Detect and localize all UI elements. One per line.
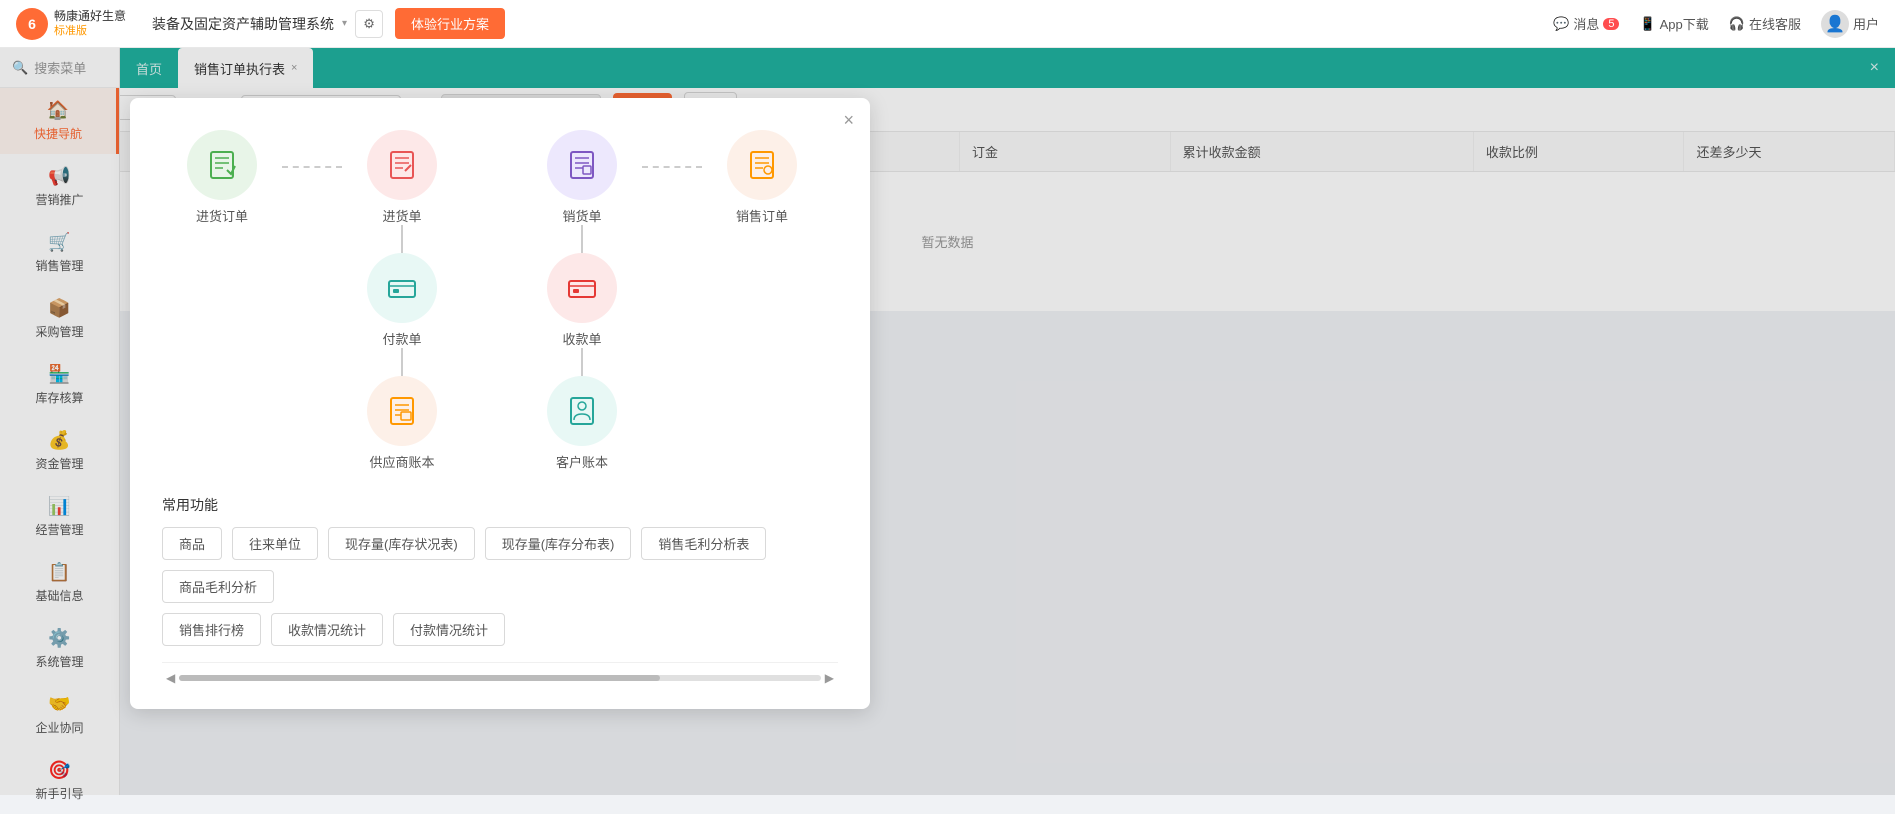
customer-ledger-icon (547, 376, 617, 446)
payment-bill-icon (367, 253, 437, 323)
arrow-right-1 (282, 166, 342, 168)
modal-close-button[interactable]: × (843, 110, 854, 131)
logo-icon: 6 (16, 8, 48, 40)
arrow-down-payment (401, 348, 403, 376)
flow-purchase-bill[interactable]: 进货单 (342, 130, 462, 225)
receipt-bill-label: 收款单 (562, 329, 601, 348)
sales-bill-icon (547, 130, 617, 200)
modal-scrollbar: ◀ ▶ (162, 662, 838, 685)
purchase-order-icon (187, 130, 257, 200)
supplier-ledger-label: 供应商账本 (369, 452, 434, 471)
scroll-left-arrow[interactable]: ◀ (162, 671, 179, 685)
online-service-item[interactable]: 🎧 在线客服 (1729, 14, 1801, 33)
receipt-bill-icon (547, 253, 617, 323)
flow-sales-bill[interactable]: 销货单 (522, 130, 642, 225)
main-layout: 🔍 搜索菜单 🏠 快捷导航 📢 营销推广 🛒 销售管理 📦 采购管理 🏪 库存核… (0, 48, 1895, 795)
flow-top-row: 进货订单 进货单 (162, 130, 838, 225)
flow-customer-ledger[interactable]: 客户账本 (522, 376, 642, 471)
func-stock-dist[interactable]: 现存量(库存分布表) (485, 527, 632, 560)
system-title: 装备及固定资产辅助管理系统 ▾ (152, 14, 347, 34)
payment-bill-label: 付款单 (382, 329, 421, 348)
scroll-track[interactable] (179, 675, 821, 681)
func-receipt-stats[interactable]: 收款情况统计 (271, 613, 383, 646)
arrow-down-receipt (581, 348, 583, 376)
purchase-bill-icon (367, 130, 437, 200)
flow-sales-order[interactable]: 销售订单 (702, 130, 822, 225)
dropdown-icon[interactable]: ▾ (342, 18, 347, 29)
main-panel: ❓ 帮助 🖨 按模板打印 ▾ 📤 导出 🔄 刷新 (0, 48, 1895, 795)
flow-diagram: 进货订单 进货单 (162, 130, 838, 471)
user-item[interactable]: 👤 用户 (1821, 10, 1879, 38)
supplier-ledger-icon (367, 376, 437, 446)
app-download-item[interactable]: 📱 App下载 (1639, 14, 1708, 33)
user-avatar: 👤 (1821, 10, 1849, 38)
purchase-order-label: 进货订单 (196, 206, 248, 225)
sales-order-icon (727, 130, 797, 200)
top-header: 6 畅康通好生意 标准版 装备及固定资产辅助管理系统 ▾ ⚙ 体验行业方案 💬 … (0, 0, 1895, 48)
arrow-down-purchase (401, 225, 403, 253)
func-product-profit[interactable]: 商品毛利分析 (162, 570, 274, 603)
flow-payment-bill[interactable]: 付款单 (342, 253, 462, 348)
func-row-1: 商品 往来单位 现存量(库存状况表) 现存量(库存分布表) 销售毛利分析表 商品… (162, 527, 838, 603)
headset-icon: 🎧 (1729, 16, 1745, 32)
experience-button[interactable]: 体验行业方案 (395, 8, 505, 39)
common-functions: 常用功能 商品 往来单位 现存量(库存状况表) 现存量(库存分布表) 销售毛利分… (162, 495, 838, 646)
phone-icon: 📱 (1639, 16, 1655, 32)
sales-order-label: 销售订单 (736, 206, 788, 225)
message-icon: 💬 (1553, 16, 1569, 32)
logo-text: 畅康通好生意 标准版 (54, 9, 126, 39)
flow-arrows-down-row2 (162, 348, 838, 376)
func-sales-profit[interactable]: 销售毛利分析表 (641, 527, 766, 560)
header-right: 💬 消息 5 📱 App下载 🎧 在线客服 👤 用户 (1553, 10, 1879, 38)
arrow-right-2 (642, 166, 702, 168)
flow-third-row: 供应商账本 客户账本 (162, 376, 838, 471)
flow-receipt-bill[interactable]: 收款单 (522, 253, 642, 348)
func-sales-ranking[interactable]: 销售排行榜 (162, 613, 261, 646)
func-row-2: 销售排行榜 收款情况统计 付款情况统计 (162, 613, 838, 646)
func-product[interactable]: 商品 (162, 527, 222, 560)
gear-button[interactable]: ⚙ (355, 10, 383, 38)
message-item[interactable]: 💬 消息 5 (1553, 14, 1619, 33)
message-badge: 5 (1603, 18, 1619, 30)
customer-ledger-label: 客户账本 (556, 452, 608, 471)
func-counterparty[interactable]: 往来单位 (232, 527, 318, 560)
flow-arrows-down-row (162, 225, 838, 253)
flow-purchase-order[interactable]: 进货订单 (162, 130, 282, 225)
flow-second-row: 付款单 收款单 (162, 253, 838, 348)
func-payment-stats[interactable]: 付款情况统计 (393, 613, 505, 646)
scroll-thumb (179, 675, 660, 681)
flow-supplier-ledger[interactable]: 供应商账本 (342, 376, 462, 471)
scroll-right-arrow[interactable]: ▶ (821, 671, 838, 685)
sales-bill-label: 销货单 (562, 206, 601, 225)
logo-area: 6 畅康通好生意 标准版 (16, 8, 136, 40)
right-area: 首页 销售订单执行表 × × ❓ 帮助 🖨 按模板打印 ▾ (0, 48, 1895, 795)
func-stock-status[interactable]: 现存量(库存状况表) (328, 527, 475, 560)
common-functions-title: 常用功能 (162, 495, 838, 515)
flow-modal: × 进货订单 (130, 98, 870, 709)
arrow-down-sales (581, 225, 583, 253)
purchase-bill-label: 进货单 (382, 206, 421, 225)
